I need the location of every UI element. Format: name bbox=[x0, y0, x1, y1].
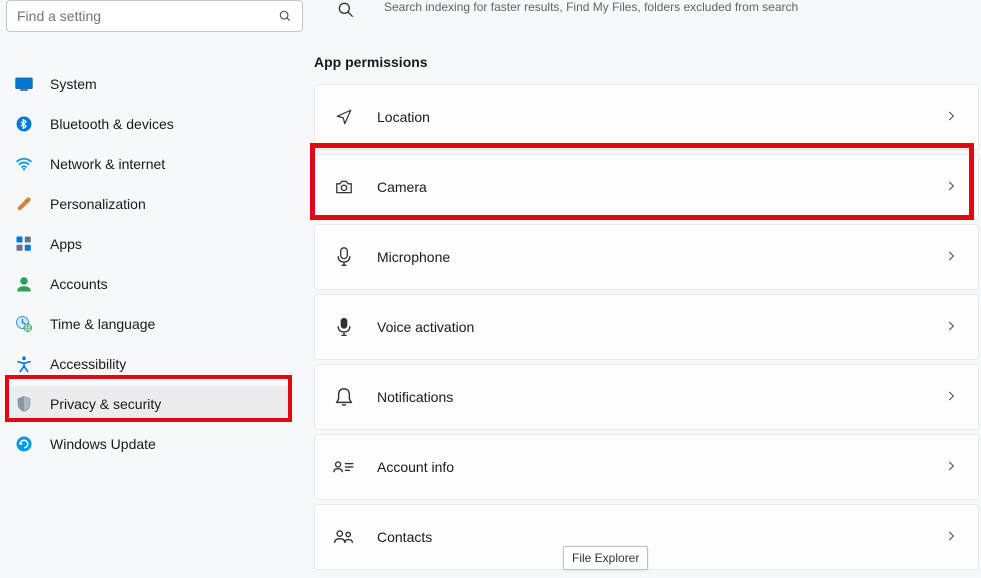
top-summary-desc: Search indexing for faster results, Find… bbox=[384, 0, 798, 14]
bluetooth-icon bbox=[14, 114, 34, 134]
bell-icon bbox=[333, 386, 355, 408]
card-microphone[interactable]: Microphone bbox=[314, 224, 979, 290]
sidebar-item-update[interactable]: Windows Update bbox=[6, 426, 292, 462]
sidebar-item-label: System bbox=[50, 76, 97, 92]
tooltip: File Explorer bbox=[563, 546, 648, 570]
sidebar-item-label: Bluetooth & devices bbox=[50, 116, 174, 132]
card-account-info[interactable]: Account info bbox=[314, 434, 979, 500]
search-input[interactable] bbox=[6, 0, 303, 32]
chevron-right-icon bbox=[944, 459, 960, 475]
card-label: Location bbox=[377, 109, 430, 125]
microphone-icon bbox=[333, 246, 355, 268]
wifi-icon bbox=[14, 154, 34, 174]
sidebar-item-label: Accounts bbox=[50, 276, 108, 292]
sidebar-item-apps[interactable]: Apps bbox=[6, 226, 292, 262]
section-title: App permissions bbox=[314, 54, 981, 70]
card-voice-activation[interactable]: Voice activation bbox=[314, 294, 979, 360]
top-summary-row[interactable]: Search indexing for faster results, Find… bbox=[314, 0, 981, 30]
main-content: Search indexing for faster results, Find… bbox=[300, 0, 981, 578]
sidebar-item-label: Apps bbox=[50, 236, 82, 252]
microphone-solid-icon bbox=[333, 316, 355, 338]
sidebar-item-network[interactable]: Network & internet bbox=[6, 146, 292, 182]
card-location[interactable]: Location bbox=[314, 84, 979, 150]
sidebar-item-label: Personalization bbox=[50, 196, 146, 212]
sidebar-item-system[interactable]: System bbox=[6, 66, 292, 102]
sidebar-item-accounts[interactable]: Accounts bbox=[6, 266, 292, 302]
search-icon[interactable] bbox=[275, 6, 295, 26]
apps-icon bbox=[14, 234, 34, 254]
person-icon bbox=[14, 274, 34, 294]
nav-list: System Bluetooth & devices Network & int… bbox=[6, 46, 292, 462]
sidebar-item-bluetooth[interactable]: Bluetooth & devices bbox=[6, 106, 292, 142]
account-card-icon bbox=[333, 456, 355, 478]
chevron-right-icon bbox=[944, 109, 960, 125]
card-label: Contacts bbox=[377, 529, 432, 545]
sidebar-item-privacy[interactable]: Privacy & security bbox=[6, 386, 292, 422]
card-label: Voice activation bbox=[377, 319, 474, 335]
monitor-icon bbox=[14, 74, 34, 94]
search-wrap bbox=[6, 0, 303, 32]
card-label: Account info bbox=[377, 459, 454, 475]
shield-icon bbox=[14, 394, 34, 414]
sidebar-item-label: Time & language bbox=[50, 316, 155, 332]
sidebar-item-accessibility[interactable]: Accessibility bbox=[6, 346, 292, 382]
sidebar-item-label: Windows Update bbox=[50, 436, 156, 452]
chevron-right-icon bbox=[944, 179, 960, 195]
card-label: Microphone bbox=[377, 249, 450, 265]
card-notifications[interactable]: Notifications bbox=[314, 364, 979, 430]
chevron-right-icon bbox=[944, 319, 960, 335]
search-settings-icon bbox=[328, 0, 364, 20]
clock-globe-icon bbox=[14, 314, 34, 334]
sidebar-item-time[interactable]: Time & language bbox=[6, 306, 292, 342]
accessibility-icon bbox=[14, 354, 34, 374]
contacts-icon bbox=[333, 526, 355, 548]
sidebar-item-label: Network & internet bbox=[50, 156, 165, 172]
sidebar-item-label: Privacy & security bbox=[50, 396, 161, 412]
sidebar: System Bluetooth & devices Network & int… bbox=[0, 0, 300, 578]
card-camera[interactable]: Camera bbox=[314, 154, 979, 220]
location-arrow-icon bbox=[333, 106, 355, 128]
camera-icon bbox=[333, 176, 355, 198]
chevron-right-icon bbox=[944, 249, 960, 265]
card-label: Camera bbox=[377, 179, 427, 195]
sidebar-item-label: Accessibility bbox=[50, 356, 126, 372]
chevron-right-icon bbox=[944, 529, 960, 545]
brush-icon bbox=[14, 194, 34, 214]
chevron-right-icon bbox=[944, 389, 960, 405]
permission-cards: Location Camera Microphone bbox=[314, 84, 981, 570]
card-label: Notifications bbox=[377, 389, 453, 405]
sidebar-item-personalization[interactable]: Personalization bbox=[6, 186, 292, 222]
update-icon bbox=[14, 434, 34, 454]
